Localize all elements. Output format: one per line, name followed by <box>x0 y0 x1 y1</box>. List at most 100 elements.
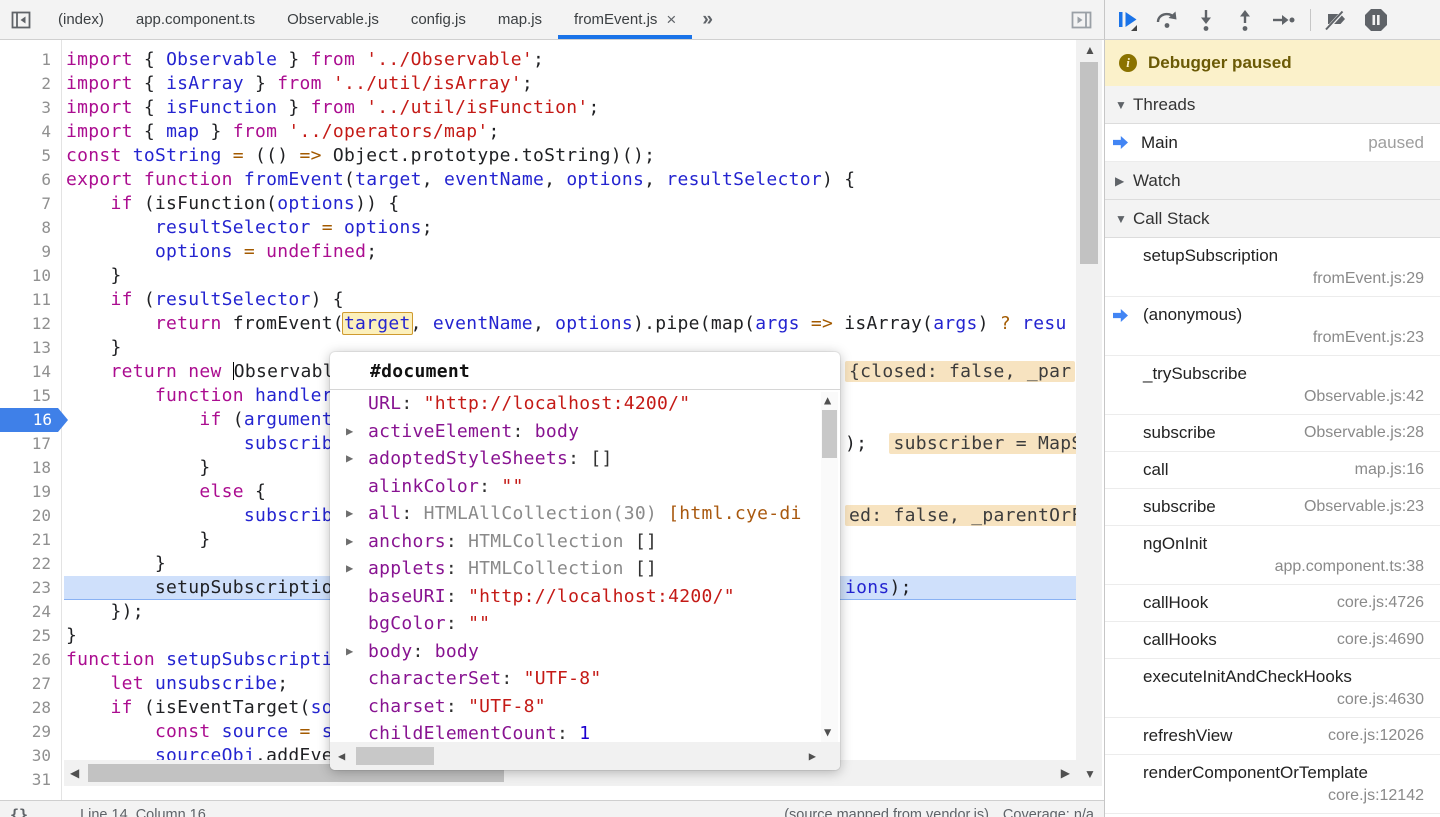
line-number[interactable]: 1 <box>0 48 62 72</box>
step-button[interactable] <box>1271 7 1297 33</box>
hover-highlighted-token[interactable]: target <box>341 312 413 335</box>
line-number[interactable]: 17 <box>0 432 62 456</box>
line-number[interactable]: 31 <box>0 768 62 792</box>
step-over-button[interactable] <box>1154 7 1180 33</box>
popover-vscroll-thumb[interactable] <box>822 410 837 458</box>
code-line-7[interactable]: if (isFunction(options)) { <box>0 192 1076 216</box>
line-number[interactable]: 14 <box>0 360 62 384</box>
call-stack-frame[interactable]: callHooks core.js:4690 <box>1105 622 1440 659</box>
line-number[interactable]: 4 <box>0 120 62 144</box>
code-line-10[interactable]: } <box>0 264 1076 288</box>
line-number[interactable]: 22 <box>0 552 62 576</box>
popover-hscroll-thumb[interactable] <box>356 747 434 765</box>
call-stack-frame[interactable]: subscribe Observable.js:23 <box>1105 489 1440 526</box>
pause-on-exceptions-button[interactable] <box>1363 7 1389 33</box>
more-tabs-button[interactable]: » <box>692 0 723 39</box>
line-number[interactable]: 25 <box>0 624 62 648</box>
scroll-down-arrow-icon[interactable]: ▼ <box>1084 768 1096 780</box>
popover-vertical-scrollbar[interactable]: ▲ ▼ <box>821 392 838 742</box>
tab-app-component-ts[interactable]: app.component.ts <box>120 0 271 39</box>
line-number[interactable]: 5 <box>0 144 62 168</box>
call-stack-frame[interactable]: (anonymous) fromEvent.js:23 <box>1105 297 1440 356</box>
step-out-button[interactable] <box>1232 7 1258 33</box>
code-line-9[interactable]: options = undefined; <box>0 240 1076 264</box>
line-number[interactable]: 11 <box>0 288 62 312</box>
tab-observable-js[interactable]: Observable.js <box>271 0 395 39</box>
tab--index-[interactable]: (index) <box>42 0 120 39</box>
expand-arrow-icon[interactable]: ▶ <box>346 500 354 528</box>
call-stack-frame[interactable]: refreshView core.js:12026 <box>1105 718 1440 755</box>
popover-scroll-up-icon[interactable]: ▲ <box>824 394 831 406</box>
resume-script-button[interactable] <box>1115 7 1141 33</box>
line-number[interactable]: 23 <box>0 576 62 600</box>
deactivate-breakpoints-button[interactable] <box>1324 7 1350 33</box>
line-number[interactable]: 24 <box>0 600 62 624</box>
line-number[interactable]: 6 <box>0 168 62 192</box>
call-stack-frame[interactable]: _trySubscribe Observable.js:42 <box>1105 356 1440 415</box>
line-number[interactable]: 18 <box>0 456 62 480</box>
line-number[interactable]: 29 <box>0 720 62 744</box>
line-number[interactable]: 15 <box>0 384 62 408</box>
line-number[interactable]: 2 <box>0 72 62 96</box>
code-line-4[interactable]: import { map } from '../operators/map'; <box>0 120 1076 144</box>
line-number[interactable]: 12 <box>0 312 62 336</box>
watch-section-header[interactable]: ▶ Watch <box>1105 162 1440 200</box>
expand-arrow-icon[interactable]: ▶ <box>346 555 354 583</box>
line-number[interactable]: 13 <box>0 336 62 360</box>
navigator-panel-toggle-button[interactable] <box>0 0 42 39</box>
scroll-left-arrow-icon[interactable]: ◀ <box>70 767 79 779</box>
call-stack-frame[interactable]: call map.js:16 <box>1105 452 1440 489</box>
line-number[interactable]: 27 <box>0 672 62 696</box>
line-number[interactable]: 21 <box>0 528 62 552</box>
code-line-12[interactable]: return fromEvent(target, eventName, opti… <box>0 312 1076 336</box>
code-token: } <box>277 97 311 118</box>
code-line-2[interactable]: import { isArray } from '../util/isArray… <box>0 72 1076 96</box>
threads-section-header[interactable]: ▼ Threads <box>1105 86 1440 124</box>
expand-arrow-icon[interactable]: ▶ <box>346 528 354 556</box>
call-stack-frame[interactable]: callHook core.js:4726 <box>1105 585 1440 622</box>
call-stack-frame[interactable]: setupSubscription fromEvent.js:29 <box>1105 238 1440 297</box>
line-number[interactable]: 9 <box>0 240 62 264</box>
scroll-right-arrow-icon[interactable]: ▶ <box>1061 767 1070 779</box>
expand-arrow-icon[interactable]: ▶ <box>346 418 354 446</box>
expand-arrow-icon[interactable]: ▶ <box>346 638 354 666</box>
thread-row-main[interactable]: Main paused <box>1105 124 1440 162</box>
editor-vertical-scrollbar[interactable]: ▲ ▼ <box>1076 40 1102 786</box>
tab-close-icon[interactable]: × <box>666 11 676 28</box>
code-line-11[interactable]: if (resultSelector) { <box>0 288 1076 312</box>
tab-map-js[interactable]: map.js <box>482 0 558 39</box>
pretty-print-button[interactable]: {} <box>10 806 28 817</box>
call-stack-frame[interactable]: executeInitAndCheckHooks core.js:4630 <box>1105 659 1440 718</box>
line-number[interactable]: 30 <box>0 744 62 768</box>
popover-horizontal-scrollbar[interactable]: ◀ ▶ <box>330 742 840 770</box>
breakpoint-marker[interactable]: 16 <box>0 408 68 432</box>
popover-scroll-right-icon[interactable]: ▶ <box>809 750 816 762</box>
debugger-sidebar-toggle-button[interactable] <box>1058 0 1104 39</box>
line-number[interactable]: 19 <box>0 480 62 504</box>
line-number[interactable]: 20 <box>0 504 62 528</box>
line-number[interactable]: 8 <box>0 216 62 240</box>
line-number[interactable]: 26 <box>0 648 62 672</box>
editor-vscroll-thumb[interactable] <box>1080 62 1098 264</box>
popover-scroll-left-icon[interactable]: ◀ <box>338 750 345 762</box>
call-stack-frame[interactable]: ngOnInit app.component.ts:38 <box>1105 526 1440 585</box>
code-line-1[interactable]: import { Observable } from '../Observabl… <box>0 48 1076 72</box>
code-line-8[interactable]: resultSelector = options; <box>0 216 1076 240</box>
step-into-button[interactable] <box>1193 7 1219 33</box>
code-line-3[interactable]: import { isFunction } from '../util/isFu… <box>0 96 1076 120</box>
line-number[interactable]: 10 <box>0 264 62 288</box>
expand-arrow-icon[interactable]: ▶ <box>346 445 354 473</box>
popover-scroll-down-icon[interactable]: ▼ <box>824 726 831 738</box>
line-number[interactable]: 28 <box>0 696 62 720</box>
scroll-up-arrow-icon[interactable]: ▲ <box>1084 44 1096 56</box>
code-line-6[interactable]: export function fromEvent(target, eventN… <box>0 168 1076 192</box>
line-number[interactable]: 3 <box>0 96 62 120</box>
code-line-5[interactable]: const toString = (() => Object.prototype… <box>0 144 1076 168</box>
tab-config-js[interactable]: config.js <box>395 0 482 39</box>
line-number-gutter[interactable]: 1 2 3 4 5 6 7 8 9 10 11 12 13 14 15 16 17 18 19 20 21 22 23 24 2… <box>0 40 62 800</box>
line-number[interactable]: 7 <box>0 192 62 216</box>
call-stack-frame[interactable]: subscribe Observable.js:28 <box>1105 415 1440 452</box>
call-stack-frame[interactable]: renderComponentOrTemplate core.js:12142 <box>1105 755 1440 814</box>
tab-fromevent-js[interactable]: fromEvent.js × <box>558 0 693 39</box>
call-stack-section-header[interactable]: ▼ Call Stack <box>1105 200 1440 238</box>
